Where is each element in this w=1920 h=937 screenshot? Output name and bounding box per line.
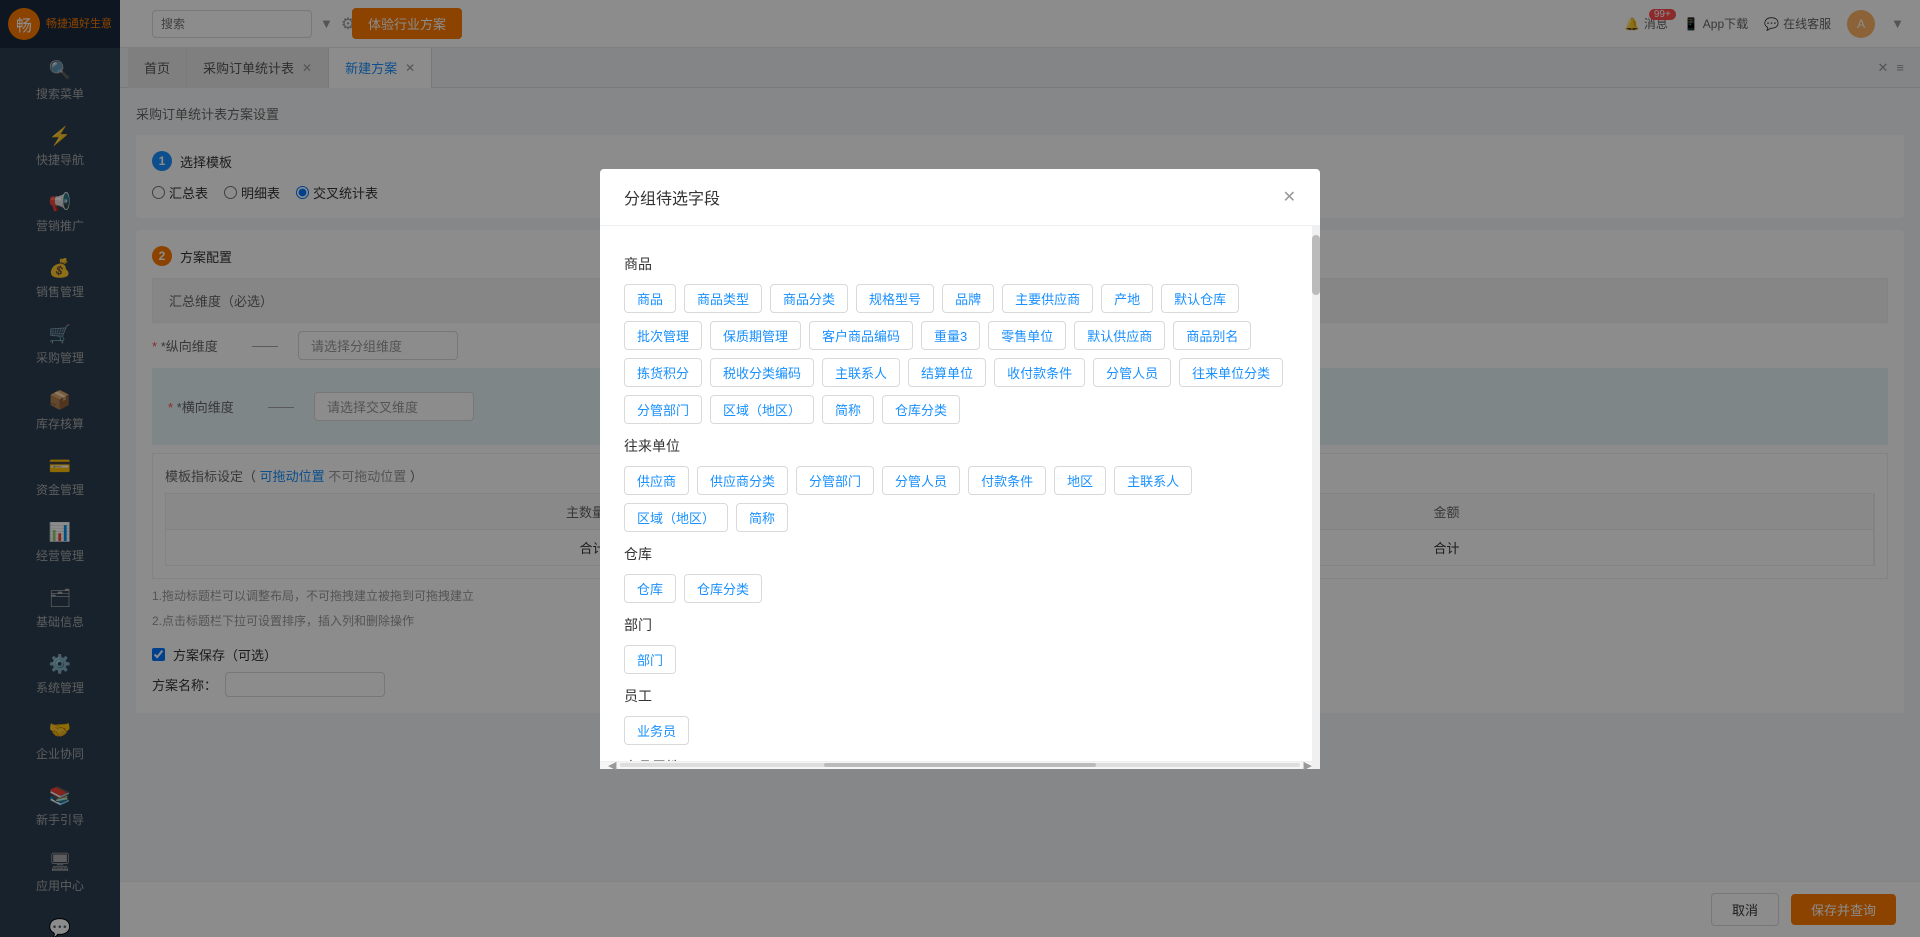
field-tag-1-7[interactable]: 区域（地区）	[624, 503, 728, 532]
field-tag-0-6[interactable]: 产地	[1101, 284, 1153, 313]
field-tag-1-3[interactable]: 分管人员	[882, 466, 960, 495]
scroll-thumb	[1312, 235, 1320, 295]
field-tag-0-15[interactable]: 拣货积分	[624, 358, 702, 387]
field-tag-0-1[interactable]: 商品类型	[684, 284, 762, 313]
field-tag-0-12[interactable]: 零售单位	[988, 321, 1066, 350]
field-tag-1-2[interactable]: 分管部门	[796, 466, 874, 495]
field-tag-0-24[interactable]: 简称	[822, 395, 874, 424]
modal-close-icon[interactable]: ✕	[1283, 187, 1296, 207]
field-tag-0-5[interactable]: 主要供应商	[1002, 284, 1093, 313]
scroll-right-arrow[interactable]: ▶	[1304, 759, 1312, 772]
field-tag-2-1[interactable]: 仓库分类	[684, 574, 762, 603]
field-tag-1-8[interactable]: 简称	[736, 503, 788, 532]
modal-header: 分组待选字段 ✕	[600, 169, 1320, 226]
field-tag-0-19[interactable]: 收付款条件	[994, 358, 1085, 387]
field-tag-3-0[interactable]: 部门	[624, 645, 676, 674]
scroll-thumb-h	[824, 763, 1096, 767]
modal-section-title-0: 商品	[624, 254, 1296, 274]
field-grid-4: 业务员	[624, 716, 1296, 745]
field-tag-1-6[interactable]: 主联系人	[1114, 466, 1192, 495]
field-tag-0-21[interactable]: 往来单位分类	[1179, 358, 1283, 387]
field-tag-0-3[interactable]: 规格型号	[856, 284, 934, 313]
field-tag-0-4[interactable]: 品牌	[942, 284, 994, 313]
field-tag-1-5[interactable]: 地区	[1054, 466, 1106, 495]
field-tag-0-7[interactable]: 默认仓库	[1161, 284, 1239, 313]
modal-body: 商品商品商品类型商品分类规格型号品牌主要供应商产地默认仓库批次管理保质期管理客户…	[600, 226, 1320, 761]
field-tag-0-23[interactable]: 区域（地区）	[710, 395, 814, 424]
modal-section-title-4: 员工	[624, 686, 1296, 706]
field-tag-0-14[interactable]: 商品别名	[1173, 321, 1251, 350]
horizontal-scrollbar[interactable]: ◀ ▶	[600, 761, 1320, 769]
field-tag-0-11[interactable]: 重量3	[921, 321, 980, 350]
field-grid-2: 仓库仓库分类	[624, 574, 1296, 603]
field-tag-0-10[interactable]: 客户商品编码	[809, 321, 913, 350]
field-tag-4-0[interactable]: 业务员	[624, 716, 689, 745]
field-tag-0-22[interactable]: 分管部门	[624, 395, 702, 424]
field-tag-0-17[interactable]: 主联系人	[822, 358, 900, 387]
modal: 分组待选字段 ✕ 商品商品商品类型商品分类规格型号品牌主要供应商产地默认仓库批次…	[600, 169, 1320, 769]
scroll-track	[620, 763, 1299, 767]
field-tag-0-16[interactable]: 税收分类编码	[710, 358, 814, 387]
field-grid-1: 供应商供应商分类分管部门分管人员付款条件地区主联系人区域（地区） 简称	[624, 466, 1296, 532]
field-tag-0-20[interactable]: 分管人员	[1093, 358, 1171, 387]
field-grid-0: 商品商品类型商品分类规格型号品牌主要供应商产地默认仓库批次管理保质期管理客户商品…	[624, 284, 1296, 424]
field-tag-0-2[interactable]: 商品分类	[770, 284, 848, 313]
modal-section-title-2: 仓库	[624, 544, 1296, 564]
field-grid-3: 部门	[624, 645, 1296, 674]
field-tag-1-4[interactable]: 付款条件	[968, 466, 1046, 495]
field-tag-2-0[interactable]: 仓库	[624, 574, 676, 603]
field-tag-0-13[interactable]: 默认供应商	[1074, 321, 1165, 350]
modal-section-title-3: 部门	[624, 615, 1296, 635]
modal-title: 分组待选字段	[624, 185, 720, 209]
field-tag-0-0[interactable]: 商品	[624, 284, 676, 313]
field-tag-0-25[interactable]: 仓库分类	[882, 395, 960, 424]
modal-overlay[interactable]: 分组待选字段 ✕ 商品商品商品类型商品分类规格型号品牌主要供应商产地默认仓库批次…	[0, 0, 1920, 937]
scroll-left-arrow[interactable]: ◀	[608, 759, 616, 772]
modal-section-title-1: 往来单位	[624, 436, 1296, 456]
vertical-scrollbar[interactable]	[1312, 225, 1320, 769]
field-tag-0-18[interactable]: 结算单位	[908, 358, 986, 387]
field-tag-0-8[interactable]: 批次管理	[624, 321, 702, 350]
field-tag-1-1[interactable]: 供应商分类	[697, 466, 788, 495]
field-tag-0-9[interactable]: 保质期管理	[710, 321, 801, 350]
field-tag-1-0[interactable]: 供应商	[624, 466, 689, 495]
